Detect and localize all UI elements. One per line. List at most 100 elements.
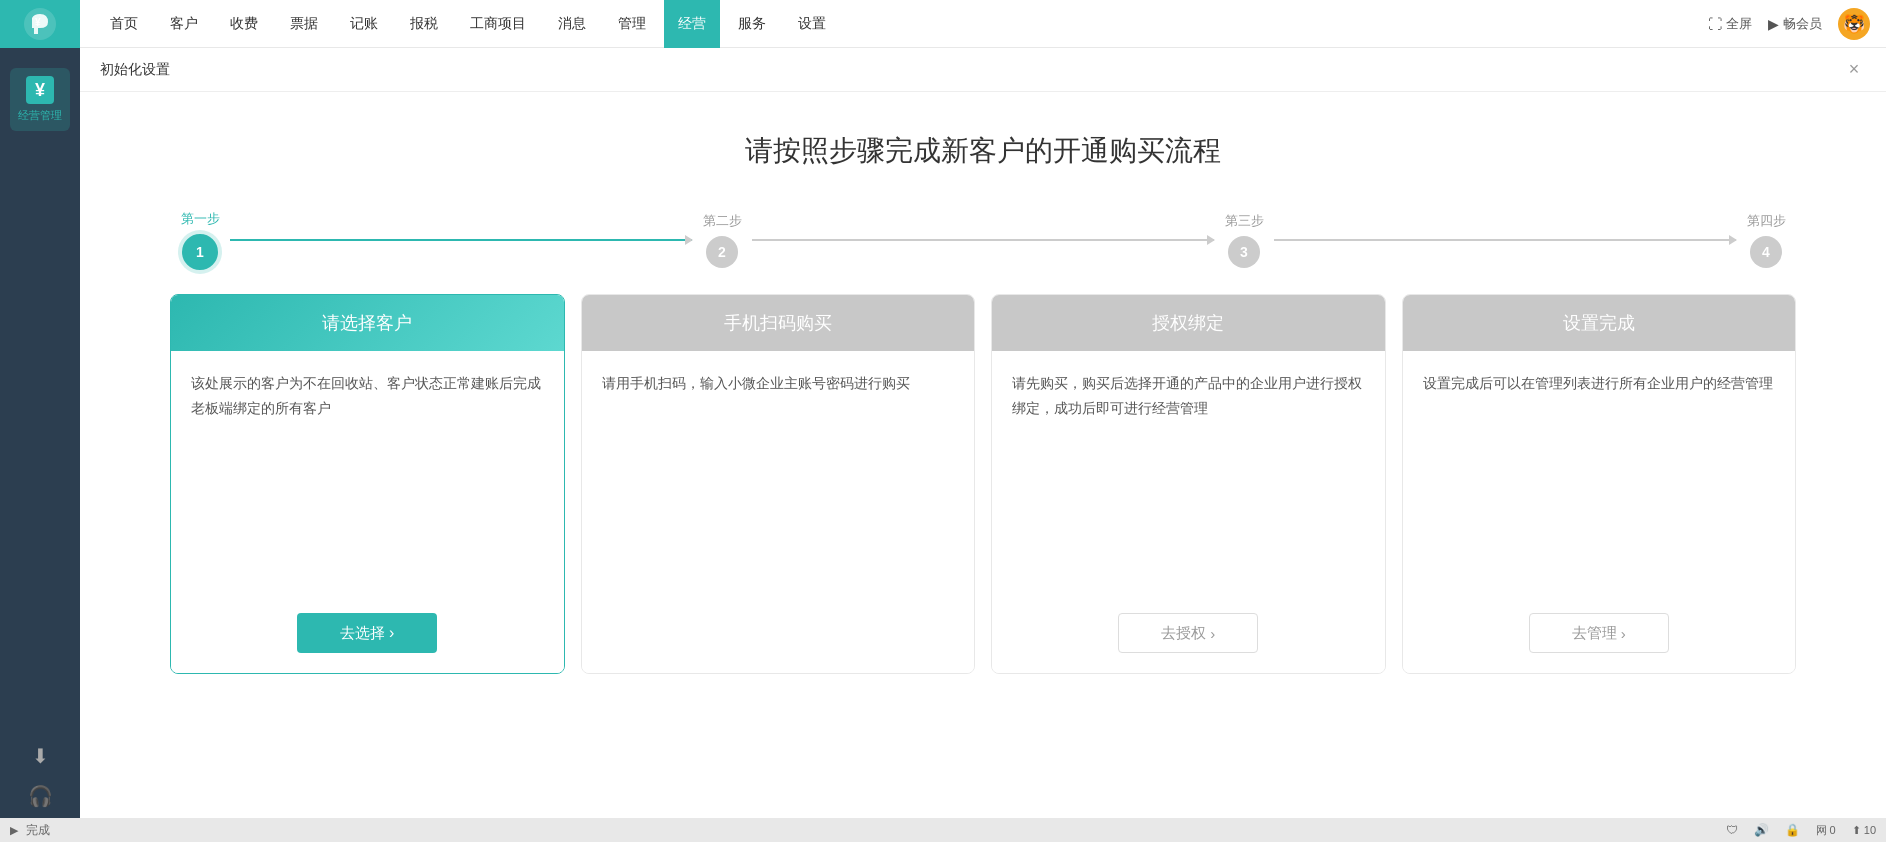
steps-row: 第一步 1 第二步 2 第三步 3 <box>110 210 1856 270</box>
step-label-4: 第四步 <box>1747 212 1786 230</box>
go-select-label: 去选择 <box>340 624 385 643</box>
card-desc-3: 请先购买，购买后选择开通的产品中的企业用户进行授权绑定，成功后即可进行经营管理 <box>1012 375 1362 416</box>
nav-item-manage[interactable]: 管理 <box>604 0 660 48</box>
step-card-3: 授权绑定 请先购买，购买后选择开通的产品中的企业用户进行授权绑定，成功后即可进行… <box>991 294 1386 674</box>
battery-icon: ⬆ 10 <box>1852 824 1876 837</box>
card-desc-2: 请用手机扫码，输入小微企业主账号密码进行购买 <box>602 375 910 391</box>
step-node-3: 第三步 3 <box>1214 212 1274 268</box>
nav-item-bill[interactable]: 票据 <box>276 0 332 48</box>
volume-icon: 🔊 <box>1754 823 1769 837</box>
go-authorize-button[interactable]: 去授权 › <box>1118 613 1258 653</box>
avatar[interactable]: 🐯 <box>1838 8 1870 40</box>
main-content: 初始化设置 × 请按照步骤完成新客户的开通购买流程 第一步 1 第二步 2 <box>80 48 1886 818</box>
nav-item-account[interactable]: 记账 <box>336 0 392 48</box>
nav-item-bizproject[interactable]: 工商项目 <box>456 0 540 48</box>
play-icon: ▶ <box>1768 16 1779 32</box>
step-arrow-1 <box>230 239 692 241</box>
status-bar: ▶ 完成 🛡 🔊 🔒 网 0 ⬆ 10 <box>0 818 1886 842</box>
go-authorize-label: 去授权 <box>1161 624 1206 643</box>
card-body-1: 该处展示的客户为不在回收站、客户状态正常建账后完成老板端绑定的所有客户 <box>171 351 564 593</box>
step-num-2: 2 <box>718 244 726 260</box>
top-navigation: 首页 客户 收费 票据 记账 报税 工商项目 消息 管理 经营 服务 设置 ⛶ … <box>80 0 1886 48</box>
cards-container: 请选择客户 该处展示的客户为不在回收站、客户状态正常建账后完成老板端绑定的所有客… <box>110 294 1856 674</box>
go-select-arrow: › <box>389 624 394 642</box>
download-icon[interactable]: ⬇ <box>32 744 49 768</box>
card-body-3: 请先购买，购买后选择开通的产品中的企业用户进行授权绑定，成功后即可进行经营管理 <box>992 351 1385 593</box>
step-card-4: 设置完成 设置完成后可以在管理列表进行所有企业用户的经营管理 去管理 › <box>1402 294 1797 674</box>
nav-item-tax[interactable]: 报税 <box>396 0 452 48</box>
step-label-3: 第三步 <box>1225 212 1264 230</box>
card-footer-4: 去管理 › <box>1403 593 1796 673</box>
fullscreen-icon: ⛶ <box>1708 16 1722 32</box>
go-authorize-arrow: › <box>1210 625 1215 642</box>
step-circle-1: 1 <box>182 234 218 270</box>
step-node-2: 第二步 2 <box>692 212 752 268</box>
step-node-4: 第四步 4 <box>1736 212 1796 268</box>
card-footer-2 <box>582 633 975 673</box>
card-body-4: 设置完成后可以在管理列表进行所有企业用户的经营管理 <box>1403 351 1796 593</box>
card-footer-1: 去选择 › <box>171 593 564 673</box>
card-body-2: 请用手机扫码，输入小微企业主账号密码进行购买 <box>582 351 975 633</box>
step-arrow-2 <box>752 239 1214 241</box>
card-title-3: 授权绑定 <box>1152 311 1224 335</box>
card-header-3: 授权绑定 <box>992 295 1385 351</box>
close-button[interactable]: × <box>1842 58 1866 82</box>
lock-icon: 🔒 <box>1785 823 1800 837</box>
step-label-2: 第二步 <box>703 212 742 230</box>
shield-icon: 🛡 <box>1726 823 1738 837</box>
sidebar-item-label: 经营管理 <box>18 108 62 123</box>
play-status-icon: ▶ <box>10 824 18 837</box>
page-title: 请按照步骤完成新客户的开通购买流程 <box>110 132 1856 170</box>
go-select-button[interactable]: 去选择 › <box>297 613 437 653</box>
card-desc-4: 设置完成后可以在管理列表进行所有企业用户的经营管理 <box>1423 375 1773 391</box>
go-manage-arrow: › <box>1621 625 1626 642</box>
nav-item-customer[interactable]: 客户 <box>156 0 212 48</box>
nav-item-fee[interactable]: 收费 <box>216 0 272 48</box>
nav-item-operation[interactable]: 经营 <box>664 0 720 48</box>
sidebar: ¥ 经营管理 ⬇ 🎧 <box>0 48 80 818</box>
card-header-4: 设置完成 <box>1403 295 1796 351</box>
sidebar-item-operation[interactable]: ¥ 经营管理 <box>10 68 70 131</box>
step-circle-3: 3 <box>1228 236 1260 268</box>
card-title-4: 设置完成 <box>1563 311 1635 335</box>
step-label-1: 第一步 <box>181 210 220 228</box>
go-manage-label: 去管理 <box>1572 624 1617 643</box>
card-header-1: 请选择客户 <box>171 295 564 351</box>
step-num-3: 3 <box>1240 244 1248 260</box>
member-button[interactable]: ▶ 畅会员 <box>1768 15 1822 33</box>
go-manage-button[interactable]: 去管理 › <box>1529 613 1669 653</box>
network-status: 网 0 <box>1816 823 1836 838</box>
nav-item-settings[interactable]: 设置 <box>784 0 840 48</box>
step-circle-2: 2 <box>706 236 738 268</box>
nav-item-service[interactable]: 服务 <box>724 0 780 48</box>
card-title-1: 请选择客户 <box>322 311 412 335</box>
fullscreen-button[interactable]: ⛶ 全屏 <box>1708 15 1752 33</box>
step-circle-4: 4 <box>1750 236 1782 268</box>
nav-right: ⛶ 全屏 ▶ 畅会员 🐯 <box>1708 8 1870 40</box>
svg-text:¥: ¥ <box>35 17 41 28</box>
step-num-1: 1 <box>196 244 204 260</box>
nav-items: 首页 客户 收费 票据 记账 报税 工商项目 消息 管理 经营 服务 设置 <box>96 0 1708 48</box>
step-arrow-3 <box>1274 239 1736 241</box>
card-header-2: 手机扫码购买 <box>582 295 975 351</box>
step-card-1: 请选择客户 该处展示的客户为不在回收站、客户状态正常建账后完成老板端绑定的所有客… <box>170 294 565 674</box>
step-card-2: 手机扫码购买 请用手机扫码，输入小微企业主账号密码进行购买 <box>581 294 976 674</box>
member-label: 畅会员 <box>1783 15 1822 33</box>
card-desc-1: 该处展示的客户为不在回收站、客户状态正常建账后完成老板端绑定的所有客户 <box>191 375 541 416</box>
nav-item-home[interactable]: 首页 <box>96 0 152 48</box>
sidebar-bottom: ⬇ 🎧 <box>28 744 53 808</box>
app-logo: ¥ <box>0 0 80 48</box>
operation-icon: ¥ <box>26 76 54 104</box>
status-right: 🛡 🔊 🔒 网 0 ⬆ 10 <box>1726 823 1876 838</box>
setup-content: 请按照步骤完成新客户的开通购买流程 第一步 1 第二步 2 <box>80 92 1886 818</box>
fullscreen-label: 全屏 <box>1726 15 1752 33</box>
card-title-2: 手机扫码购买 <box>724 311 832 335</box>
nav-item-message[interactable]: 消息 <box>544 0 600 48</box>
breadcrumb-bar: 初始化设置 × <box>80 48 1886 92</box>
headset-icon[interactable]: 🎧 <box>28 784 53 808</box>
step-num-4: 4 <box>1762 244 1770 260</box>
status-text: 完成 <box>26 822 50 839</box>
step-node-1: 第一步 1 <box>170 210 230 270</box>
card-footer-3: 去授权 › <box>992 593 1385 673</box>
breadcrumb-title: 初始化设置 <box>100 61 170 79</box>
